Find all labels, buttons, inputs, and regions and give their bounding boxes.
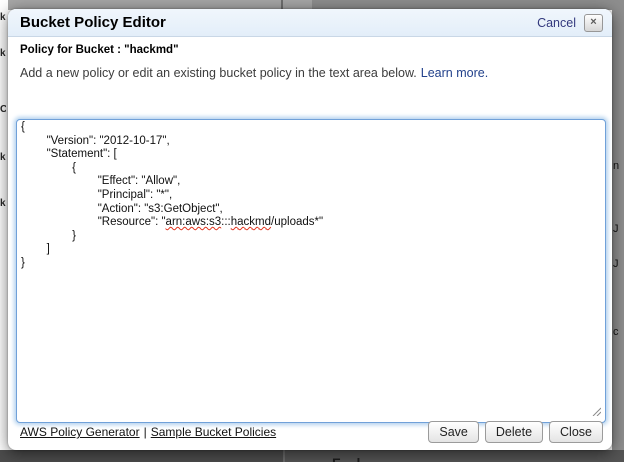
dialog-footer: AWS Policy Generator | Sample Bucket Polic… bbox=[20, 419, 603, 445]
footer-links: AWS Policy Generator | Sample Bucket Polic… bbox=[20, 425, 422, 439]
background-text-fragment: k bbox=[0, 48, 6, 59]
dimmed-page-bottom-strip: F l bbox=[0, 450, 624, 462]
background-divider-line bbox=[283, 450, 285, 462]
save-button[interactable]: Save bbox=[428, 421, 479, 443]
delete-button[interactable]: Delete bbox=[485, 421, 543, 443]
link-separator: | bbox=[144, 425, 147, 439]
dialog-header: Bucket Policy Editor Cancel × bbox=[8, 9, 612, 37]
background-text-fragment: k bbox=[0, 12, 6, 23]
sample-bucket-policies-link[interactable]: Sample Bucket Policies bbox=[151, 425, 276, 439]
close-button[interactable]: × bbox=[584, 14, 603, 32]
background-text-fragment: CE bbox=[0, 104, 6, 115]
background-text-fragment: c bbox=[613, 326, 619, 338]
resize-handle-icon[interactable] bbox=[591, 406, 601, 416]
close-dialog-button[interactable]: Close bbox=[549, 421, 603, 443]
description-sentence: Add a new policy or edit an existing buc… bbox=[20, 66, 417, 80]
cancel-link[interactable]: Cancel bbox=[537, 16, 576, 30]
dimmed-page-right-strip: n J J c bbox=[612, 10, 624, 450]
policy-for-bucket-label: Policy for Bucket : "hackmd" bbox=[20, 44, 600, 56]
bucket-policy-editor-dialog: Bucket Policy Editor Cancel × Policy for… bbox=[8, 9, 612, 450]
description-text: Add a new policy or edit an existing buc… bbox=[20, 66, 600, 80]
policy-textarea[interactable]: { "Version": "2012-10-17", "Statement": … bbox=[16, 119, 606, 423]
aws-policy-generator-link[interactable]: AWS Policy Generator bbox=[20, 425, 140, 439]
background-text-fragment: J bbox=[613, 223, 619, 235]
background-text-fragment: n bbox=[613, 160, 619, 172]
background-text-fragment: J bbox=[613, 258, 619, 270]
dialog-title: Bucket Policy Editor bbox=[20, 14, 537, 31]
background-text-fragment: k bbox=[0, 152, 6, 163]
background-text-fragment: k bbox=[0, 198, 6, 209]
learn-more-link[interactable]: Learn more. bbox=[421, 66, 488, 80]
background-text-fragment: F l bbox=[332, 455, 366, 462]
close-icon: × bbox=[590, 16, 596, 28]
